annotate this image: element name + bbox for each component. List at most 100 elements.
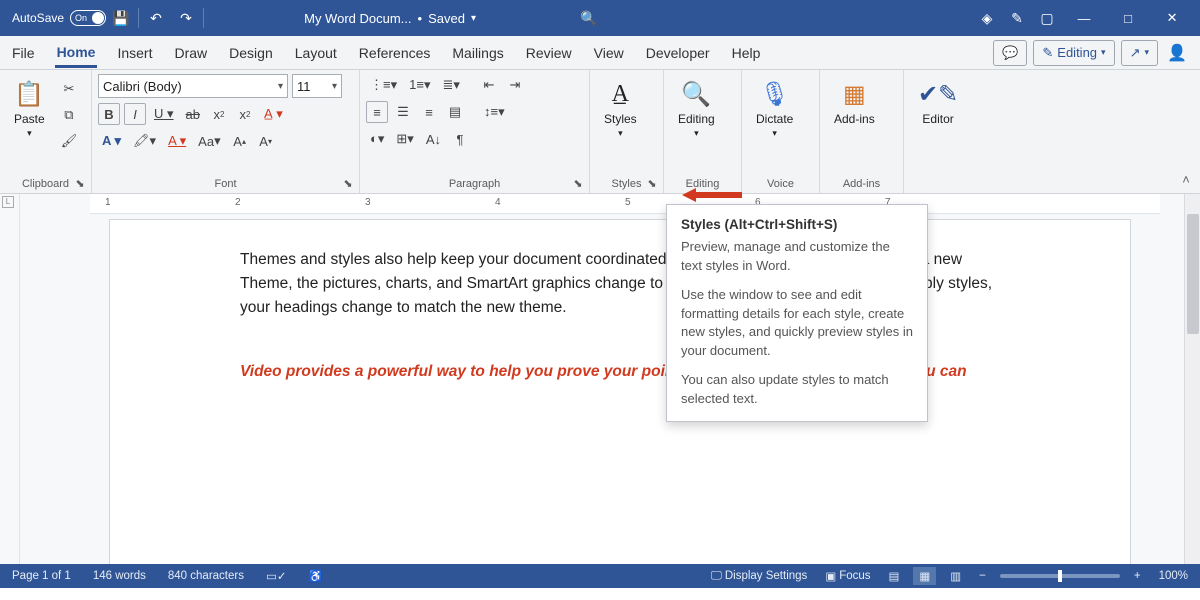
print-layout-icon[interactable]: ▦	[913, 567, 936, 585]
increase-indent-button[interactable]: ⇥	[504, 74, 526, 96]
italic-button[interactable]: I	[124, 103, 146, 125]
callout-arrow-icon	[682, 186, 742, 204]
search-icon[interactable]: 🔍	[574, 3, 604, 33]
addins-icon: ▦	[843, 78, 866, 110]
chevron-down-icon[interactable]: ▾	[471, 13, 476, 24]
paragraph-dialog-launcher[interactable]: ⬊	[571, 177, 585, 191]
tab-developer[interactable]: Developer	[644, 39, 712, 66]
title-bar: AutoSave On 💾 ↶ ↷ My Word Docum... • Sav…	[0, 0, 1200, 36]
change-case-button[interactable]: Aa ▾	[194, 130, 224, 152]
page-count[interactable]: Page 1 of 1	[8, 568, 75, 584]
borders-button[interactable]: ⊞▾	[392, 128, 417, 150]
dictate-button[interactable]: 🎙 Dictate ▾	[748, 74, 801, 176]
font-dialog-launcher[interactable]: ⬊	[341, 177, 355, 191]
char-count[interactable]: 840 characters	[164, 568, 248, 584]
zoom-slider[interactable]	[1000, 574, 1120, 578]
font-color-button[interactable]: A ▾	[164, 130, 190, 152]
autosave-toggle[interactable]: On	[70, 10, 106, 26]
align-left-button[interactable]: ≡	[366, 101, 388, 123]
word-count[interactable]: 146 words	[89, 568, 150, 584]
copy-icon[interactable]: ⧉	[57, 104, 82, 126]
brush-icon[interactable]: ✎	[1002, 3, 1032, 33]
grow-font-button[interactable]: A▴	[229, 130, 251, 152]
strike-button[interactable]: ab	[182, 103, 204, 125]
web-layout-icon[interactable]: ▥	[946, 567, 965, 585]
clipboard-group-label: Clipboard	[22, 178, 69, 190]
editor-button[interactable]: ✔✎ Editor	[910, 74, 966, 188]
tab-references[interactable]: References	[357, 39, 433, 66]
tab-file[interactable]: File	[10, 39, 37, 66]
numbering-button[interactable]: 1≡▾	[405, 74, 434, 96]
tab-layout[interactable]: Layout	[293, 39, 339, 66]
zoom-in-button[interactable]: +	[1130, 568, 1145, 584]
read-mode-icon[interactable]: ▤	[885, 567, 904, 585]
scrollbar-thumb[interactable]	[1187, 214, 1199, 334]
highlight-button[interactable]: 🖍▾	[129, 130, 160, 152]
tab-draw[interactable]: Draw	[172, 39, 209, 66]
format-painter-icon[interactable]: 🖌	[57, 130, 82, 152]
tab-insert[interactable]: Insert	[115, 39, 154, 66]
focus-mode[interactable]: ▣ Focus	[821, 567, 874, 585]
editing-button[interactable]: 🔍 Editing ▾	[670, 74, 723, 176]
paste-button[interactable]: 📋 Paste ▾	[6, 74, 53, 176]
window-icon[interactable]: ▢	[1032, 3, 1062, 33]
align-center-button[interactable]: ☰	[392, 101, 414, 123]
styles-tooltip: Styles (Alt+Ctrl+Shift+S) Preview, manag…	[666, 204, 928, 422]
text-effects-button[interactable]: A̲ ▾	[260, 103, 287, 125]
display-settings[interactable]: 🖵 Display Settings	[707, 568, 812, 585]
save-icon[interactable]: 💾	[106, 3, 136, 33]
chevron-down-icon: ▾	[1101, 47, 1106, 58]
line-spacing-button[interactable]: ↕≡▾	[480, 101, 509, 123]
font-size-combo[interactable]: 11▾	[292, 74, 342, 98]
font-name-combo[interactable]: Calibri (Body)▾	[98, 74, 288, 98]
accessibility-icon[interactable]: ♿	[304, 567, 326, 585]
addins-button[interactable]: ▦ Add-ins	[826, 74, 883, 176]
show-marks-button[interactable]: ¶	[449, 128, 471, 150]
superscript-button[interactable]: x2	[234, 103, 256, 125]
font-color-style-button[interactable]: A ▾	[98, 130, 125, 152]
shrink-font-button[interactable]: A▾	[255, 130, 277, 152]
minimize-button[interactable]: —	[1062, 0, 1106, 36]
subscript-button[interactable]: x2	[208, 103, 230, 125]
shading-button[interactable]: ◐▾	[366, 128, 388, 150]
ribbon-tabs: File Home Insert Draw Design Layout Refe…	[0, 36, 1200, 70]
vertical-scrollbar[interactable]	[1184, 194, 1200, 564]
zoom-level[interactable]: 100%	[1155, 568, 1192, 584]
cut-icon[interactable]: ✂	[57, 78, 82, 100]
account-icon[interactable]: 👤	[1164, 43, 1190, 63]
redo-icon[interactable]: ↷	[171, 3, 201, 33]
tab-home[interactable]: Home	[55, 38, 98, 68]
comments-button[interactable]: 💬	[993, 40, 1027, 66]
tab-review[interactable]: Review	[524, 39, 574, 66]
tooltip-line-1: Preview, manage and customize the text s…	[681, 238, 913, 276]
status-bar: Page 1 of 1 146 words 840 characters ▭✓ …	[0, 564, 1200, 588]
styles-button[interactable]: A̲ Styles ▾	[596, 74, 645, 176]
tab-help[interactable]: Help	[730, 39, 763, 66]
close-button[interactable]: ✕	[1150, 0, 1194, 36]
diamond-icon[interactable]: ◈	[972, 3, 1002, 33]
justify-button[interactable]: ▤	[444, 101, 466, 123]
undo-icon[interactable]: ↶	[141, 3, 171, 33]
tab-mailings[interactable]: Mailings	[450, 39, 505, 66]
multilevel-button[interactable]: ≣▾	[438, 74, 463, 96]
underline-button[interactable]: U ▾	[150, 103, 178, 125]
maximize-button[interactable]: □	[1106, 0, 1150, 36]
bold-button[interactable]: B	[98, 103, 120, 125]
clipboard-dialog-launcher[interactable]: ⬊	[73, 177, 87, 191]
bullets-button[interactable]: ⋮≡▾	[366, 74, 401, 96]
decrease-indent-button[interactable]: ⇤	[478, 74, 500, 96]
tooltip-title: Styles (Alt+Ctrl+Shift+S)	[681, 217, 913, 232]
document-page[interactable]: Themes and styles also help keep your do…	[110, 220, 1130, 564]
zoom-out-button[interactable]: −	[975, 568, 990, 584]
styles-dialog-launcher[interactable]: ⬊	[645, 177, 659, 191]
sort-button[interactable]: A↓	[422, 128, 445, 150]
vertical-ruler[interactable]: L	[0, 194, 20, 564]
horizontal-ruler[interactable]: 1 2 3 4 5 6 7	[90, 194, 1160, 214]
spellcheck-icon[interactable]: ▭✓	[262, 567, 291, 585]
tab-view[interactable]: View	[592, 39, 626, 66]
editing-mode-button[interactable]: ✎ Editing ▾	[1033, 40, 1114, 66]
align-right-button[interactable]: ≡	[418, 101, 440, 123]
tab-design[interactable]: Design	[227, 39, 275, 66]
collapse-ribbon-button[interactable]: ˄	[1172, 70, 1200, 193]
share-button[interactable]: ↗ ▾	[1121, 40, 1158, 66]
